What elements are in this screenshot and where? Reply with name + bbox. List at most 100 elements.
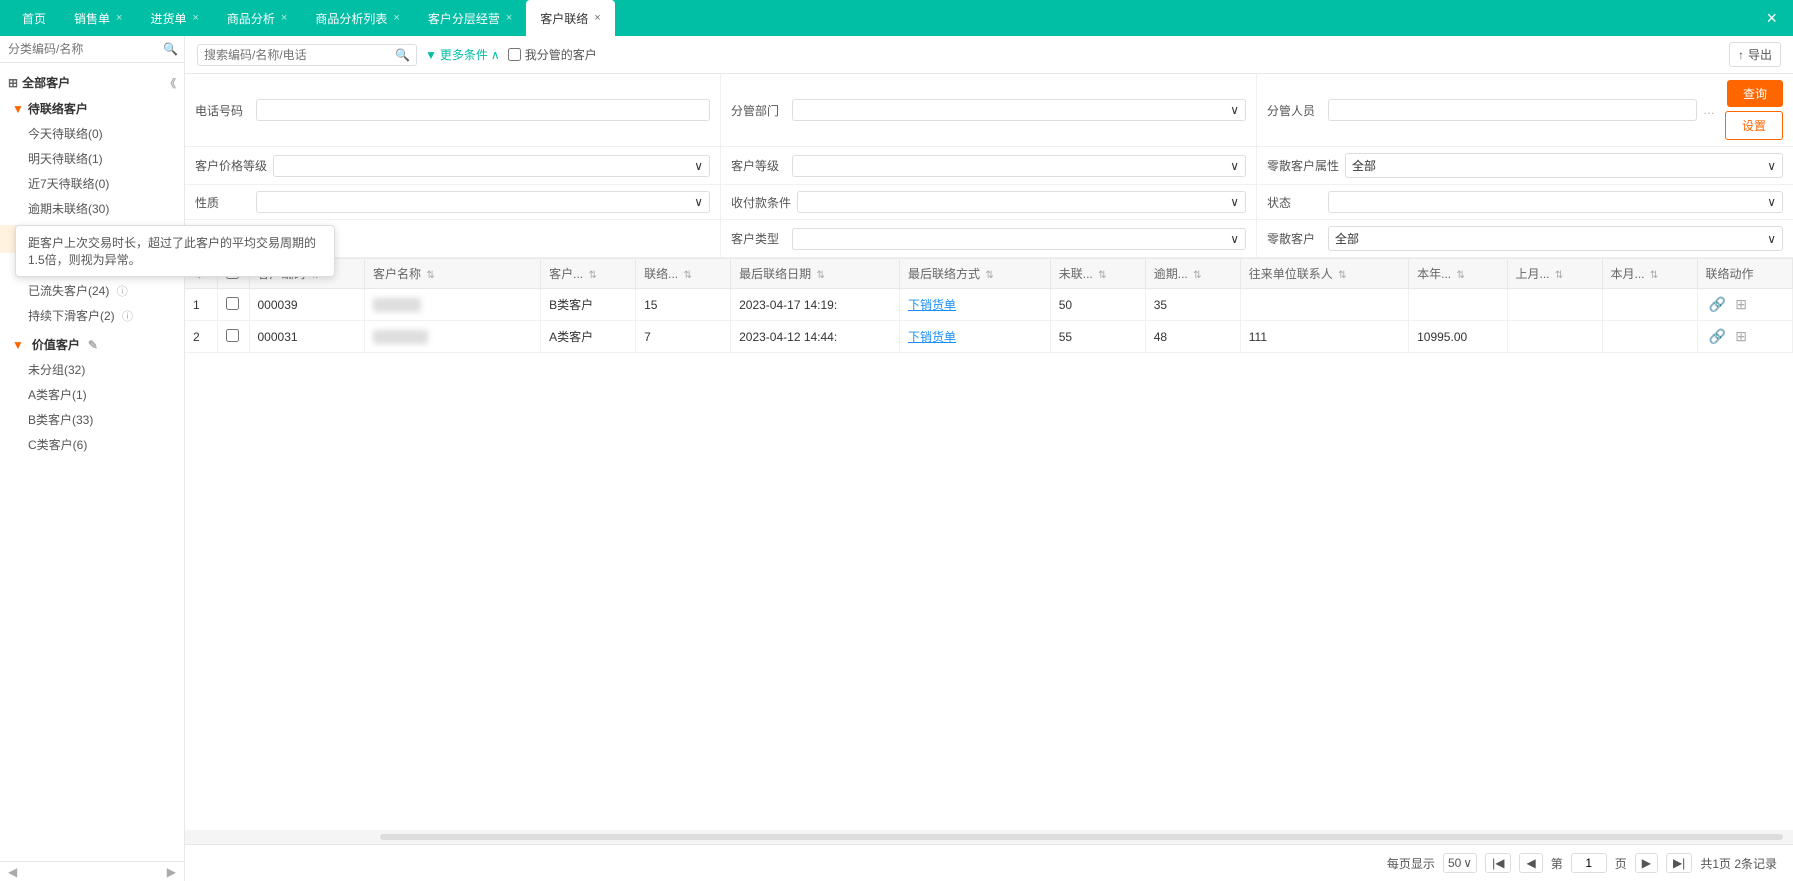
info-icon-2[interactable]: ⓘ — [117, 286, 128, 298]
main-search-icon[interactable]: 🔍 — [395, 48, 410, 62]
payment-select[interactable]: ∨ — [797, 191, 1246, 213]
sidebar-today-pending[interactable]: 今天待联络(0) — [0, 121, 184, 146]
horizontal-scrollbar[interactable] — [185, 830, 1793, 844]
row1-action: 🔗 ⊞ — [1697, 289, 1793, 321]
manager-more-icon[interactable]: … — [1703, 103, 1715, 117]
row1-select[interactable] — [226, 297, 239, 310]
query-button[interactable]: 查询 — [1727, 80, 1783, 107]
sort-overdue-icon[interactable]: ⇅ — [1193, 270, 1201, 281]
sort-contact-icon[interactable]: ⇅ — [683, 270, 691, 281]
first-page-btn[interactable]: |◀ — [1485, 853, 1511, 873]
sidebar-unclassified[interactable]: 未分组(32) — [0, 357, 184, 382]
sort-category-icon[interactable]: ⇅ — [588, 270, 596, 281]
filter-row-1: 电话号码 分管部门 ∨ 分管人员 — [185, 74, 1793, 147]
sidebar-a-class[interactable]: A类客户(1) — [0, 382, 184, 407]
sidebar-declining[interactable]: 持续下滑客户(2) ⓘ — [0, 303, 184, 328]
sort-thisyear-icon[interactable]: ⇅ — [1456, 270, 1464, 281]
row2-link-icon[interactable]: 🔗 — [1709, 328, 1726, 344]
close-all-tabs[interactable]: × — [1758, 8, 1785, 29]
close-customer-contact-icon[interactable]: × — [594, 12, 600, 24]
export-button[interactable]: ↑ 导出 — [1729, 42, 1781, 67]
dept-select[interactable]: ∨ — [792, 99, 1246, 121]
page-input[interactable] — [1571, 853, 1607, 873]
sort-unread-icon[interactable]: ⇅ — [1098, 270, 1106, 281]
sort-lastmonth-icon[interactable]: ⇅ — [1555, 270, 1563, 281]
close-product-list-icon[interactable]: × — [393, 12, 399, 24]
per-page-label: 每页显示 — [1387, 855, 1435, 872]
filter-manager: 分管人员 … 查询 设置 — [1257, 74, 1793, 146]
customer-level-select[interactable]: ∨ — [792, 155, 1246, 177]
tooltip-text: 距客户上次交易时长，超过了此客户的平均交易周期的1.5倍，则视为异常。 — [28, 236, 316, 267]
customer-type-select[interactable]: ∨ — [792, 228, 1246, 250]
phone-input[interactable] — [263, 103, 703, 117]
filter-actions: 查询 设置 — [1725, 80, 1783, 140]
info-icon-3[interactable]: ⓘ — [122, 311, 133, 323]
sidebar-7day-pending[interactable]: 近7天待联络(0) — [0, 171, 184, 196]
col-lastdate-header: 最后联络日期 ⇅ — [731, 259, 900, 289]
scrollbar-thumb[interactable] — [380, 834, 1783, 840]
next-page-btn[interactable]: ▶ — [1635, 853, 1658, 873]
price-level-select[interactable]: ∨ — [273, 155, 710, 177]
prev-page-btn[interactable]: ◀ — [1519, 853, 1542, 873]
row2-lastmethod-link[interactable]: 下销货单 — [908, 330, 956, 344]
sidebar-expand-arrow[interactable]: ▶ — [167, 865, 176, 879]
content-area: 🔍 ▼ 更多条件 ∧ 我分管的客户 ↑ 导出 电话号码 — [185, 36, 1793, 881]
nav-product-list[interactable]: 商品分析列表 × — [301, 0, 413, 36]
dept-chevron-icon: ∨ — [1230, 103, 1239, 117]
close-customer-tier-icon[interactable]: × — [506, 12, 512, 24]
sidebar-overdue-pending[interactable]: 逾期未联络(30) — [0, 196, 184, 221]
sidebar-c-class[interactable]: C类客户(6) — [0, 432, 184, 457]
nature-select[interactable]: ∨ — [256, 191, 710, 213]
sort-thismonth-icon[interactable]: ⇅ — [1650, 270, 1658, 281]
nav-customer-tier[interactable]: 客户分层经营 × — [414, 0, 526, 36]
retail-customer-select[interactable]: 全部 ∨ — [1328, 226, 1783, 251]
nav-sales[interactable]: 销售单 × — [60, 0, 136, 36]
row1-lastmethod-link[interactable]: 下销货单 — [908, 298, 956, 312]
sidebar-all-customers[interactable]: ⊞ 全部客户 《 — [0, 69, 184, 96]
nav-purchase[interactable]: 进货单 × — [136, 0, 212, 36]
nav-home[interactable]: 首页 — [8, 0, 60, 36]
sort-contact2-icon[interactable]: ⇅ — [1338, 270, 1346, 281]
row2-grid-icon[interactable]: ⊞ — [1735, 328, 1747, 344]
row1-link-icon[interactable]: 🔗 — [1709, 296, 1726, 312]
sidebar-churned[interactable]: 已流失客户(24) ⓘ — [0, 278, 184, 303]
set-button[interactable]: 设置 — [1725, 111, 1783, 140]
nav-product-analysis[interactable]: 商品分析 × — [213, 0, 301, 36]
filter-customer-type: 客户类型 ∨ — [721, 220, 1257, 257]
row1-lastdate: 2023-04-17 14:19: — [731, 289, 900, 321]
more-filter-btn[interactable]: ▼ 更多条件 ∧ — [425, 46, 500, 63]
sort-name-icon[interactable]: ⇅ — [426, 270, 434, 281]
sidebar-b-class[interactable]: B类客户(33) — [0, 407, 184, 432]
manager-input[interactable] — [1335, 103, 1690, 117]
close-product-analysis-icon[interactable]: × — [281, 12, 287, 24]
data-table-wrap: ⚙ 客户编码 ⇅ 客户名称 ⇅ — [185, 259, 1793, 830]
edit-icon[interactable]: ✎ — [88, 338, 98, 352]
sidebar-tree: ⊞ 全部客户 《 ▼ 待联络客户 今天待联络(0) 明天待联络(1) 近7天待联… — [0, 63, 184, 861]
sidebar-tomorrow-pending[interactable]: 明天待联络(1) — [0, 146, 184, 171]
table-header-row: ⚙ 客户编码 ⇅ 客户名称 ⇅ — [185, 259, 1793, 289]
row2-name: 客户名称2 — [365, 321, 541, 353]
retail-attr-select[interactable]: 全部 ∨ — [1345, 153, 1783, 178]
sidebar-value-title[interactable]: ▼ 价值客户 ✎ — [0, 332, 184, 357]
sidebar-search-icon[interactable]: 🔍 — [163, 42, 178, 56]
sidebar-bottom-arrow[interactable]: ◀ — [8, 865, 17, 879]
close-purchase-icon[interactable]: × — [192, 12, 198, 24]
row2-unread: 55 — [1050, 321, 1145, 353]
sort-lastmethod-icon[interactable]: ⇅ — [985, 270, 993, 281]
row2-select[interactable] — [226, 329, 239, 342]
per-page-chevron: ∨ — [1463, 856, 1472, 870]
last-page-btn[interactable]: ▶| — [1666, 853, 1692, 873]
row1-grid-icon[interactable]: ⊞ — [1735, 296, 1747, 312]
row2-lastdate: 2023-04-12 14:44: — [731, 321, 900, 353]
my-customer-checkbox[interactable] — [508, 48, 521, 61]
sort-lastdate-icon[interactable]: ⇅ — [816, 270, 824, 281]
close-sales-icon[interactable]: × — [116, 12, 122, 24]
main-search-input[interactable] — [204, 48, 395, 62]
sidebar-search-input[interactable] — [8, 42, 163, 56]
collapse-icon[interactable]: 《 — [165, 75, 176, 91]
sidebar-pending-title[interactable]: ▼ 待联络客户 — [0, 96, 184, 121]
nav-customer-contact[interactable]: 客户联络 × — [526, 0, 614, 36]
status-select[interactable]: ∨ — [1328, 191, 1783, 213]
per-page-select[interactable]: 50 ∨ — [1443, 853, 1477, 873]
retail-customer-chevron: ∨ — [1767, 232, 1776, 246]
